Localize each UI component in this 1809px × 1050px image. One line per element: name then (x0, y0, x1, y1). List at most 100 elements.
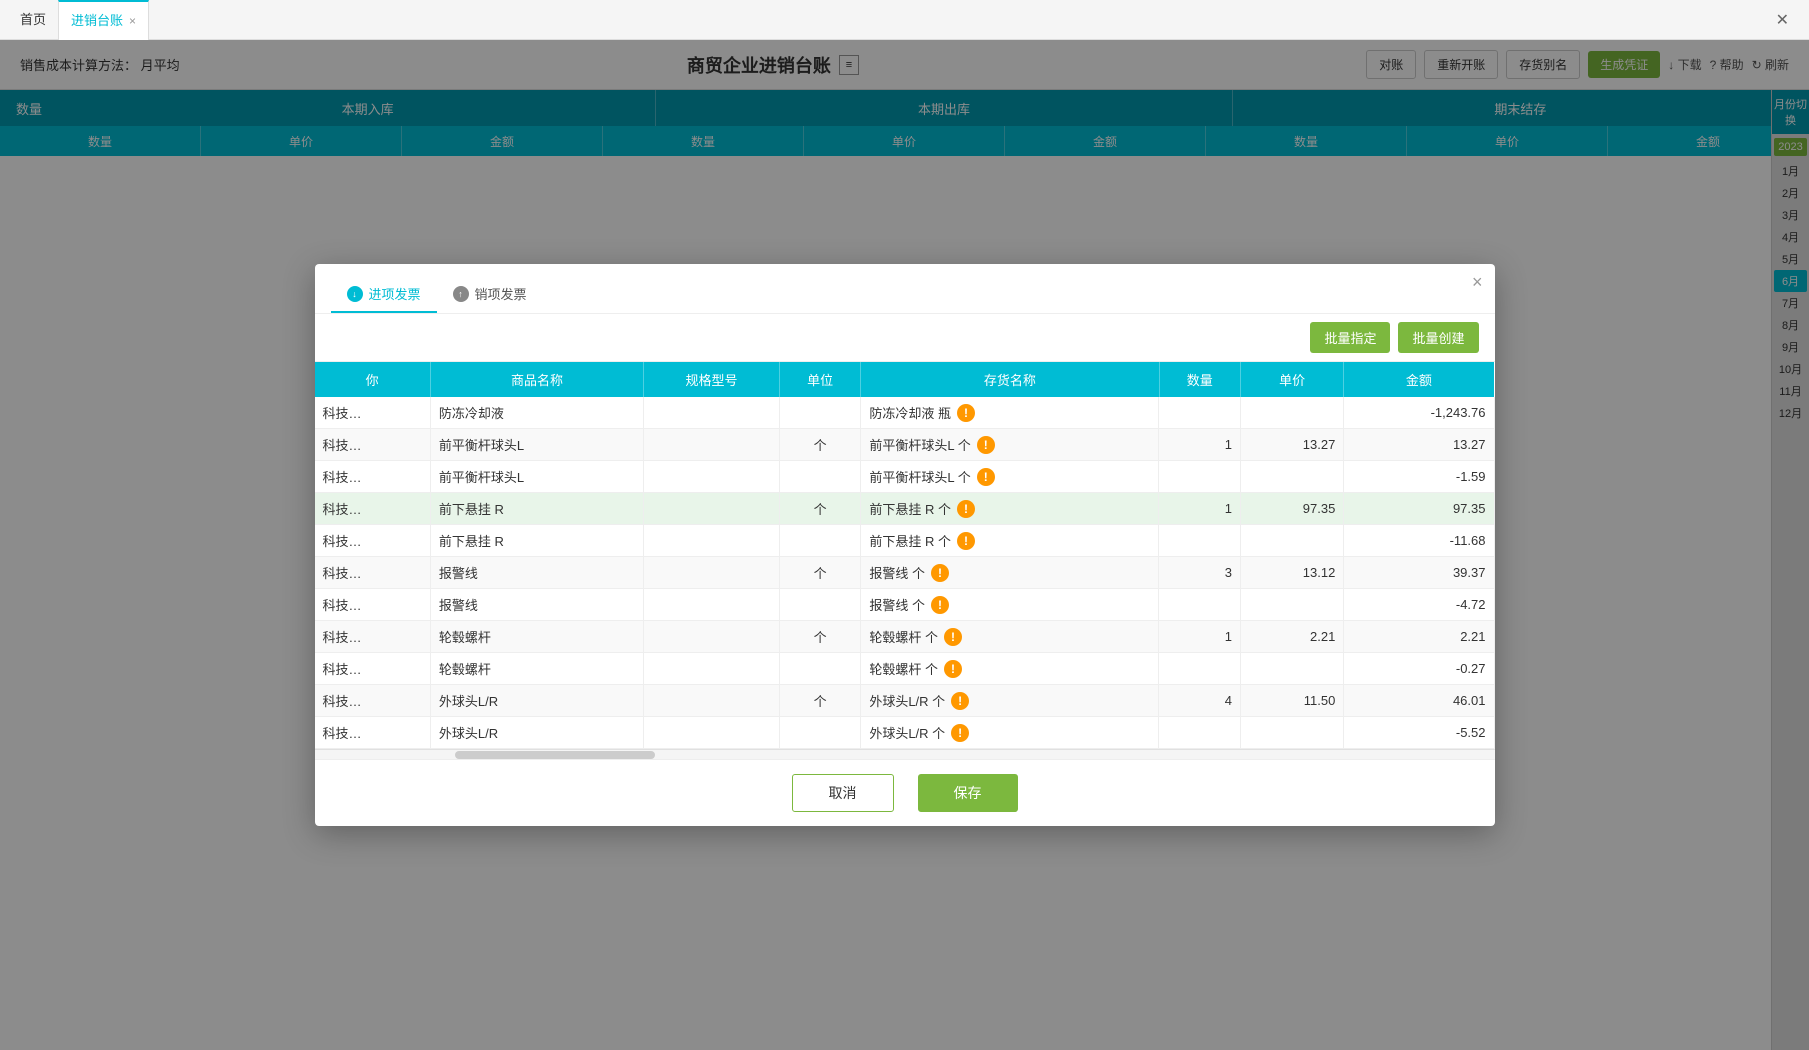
cell-spec (644, 493, 780, 525)
dialog-table-wrap[interactable]: 你 商品名称 规格型号 单位 存货名称 数量 单价 金额 科技…防冻冷却液防冻冷… (315, 361, 1495, 759)
main-content: 销售成本计算方法： 月平均 商贸企业进销台账 ≡ 对账 重新开账 存货别名 生成… (0, 40, 1809, 1050)
cell-spec (644, 557, 780, 589)
warn-icon[interactable]: ! (944, 660, 962, 678)
cell-unit: 个 (779, 557, 860, 589)
cell-amount: 39.37 (1344, 557, 1494, 589)
table-row: 科技…轮毂螺杆个轮毂螺杆 个!12.212.21 (315, 621, 1495, 653)
warn-icon[interactable]: ! (957, 500, 975, 518)
cell-price (1240, 397, 1343, 429)
warn-icon[interactable]: ! (931, 564, 949, 582)
dialog-table: 你 商品名称 规格型号 单位 存货名称 数量 单价 金额 科技…防冻冷却液防冻冷… (315, 362, 1495, 749)
cell-product-name: 防冻冷却液 (430, 397, 643, 429)
cell-inventory-name: 前下悬挂 R 个! (861, 525, 1159, 556)
cell-product-name: 前平衡杆球头L (430, 461, 643, 493)
cell-qty: 4 (1159, 685, 1240, 717)
dialog-header: ↓ 进项发票 ↑ 销项发票 × (315, 264, 1495, 314)
modal-overlay: ↓ 进项发票 ↑ 销项发票 × 批量指定 批量创建 你 (0, 40, 1809, 1050)
warn-icon[interactable]: ! (977, 436, 995, 454)
cell-qty: 1 (1159, 429, 1240, 461)
cell-unit (779, 461, 860, 493)
cell-qty: 1 (1159, 493, 1240, 525)
cell-amount: -1,243.76 (1344, 397, 1494, 429)
cell-spec (644, 717, 780, 749)
cell-inventory-name: 外球头L/R 个! (861, 717, 1159, 748)
cell-qty (1159, 717, 1240, 749)
cell-amount: 46.01 (1344, 685, 1494, 717)
warn-icon[interactable]: ! (957, 404, 975, 422)
cell-spec (644, 429, 780, 461)
tab-close-icon[interactable]: × (129, 2, 136, 40)
cell-supplier: 科技… (315, 685, 431, 717)
cell-price: 97.35 (1240, 493, 1343, 525)
table-row: 科技…报警线报警线 个!-4.72 (315, 589, 1495, 621)
table-row: 科技…外球头L/R 外球头L/R 个! -5.52 (315, 717, 1495, 749)
cell-inventory-name: 轮毂螺杆 个! (861, 621, 1159, 652)
cell-price (1240, 653, 1343, 685)
save-button[interactable]: 保存 (918, 774, 1018, 812)
tab-incoming-invoice[interactable]: ↓ 进项发票 (331, 276, 437, 313)
cell-spec (644, 653, 780, 685)
cell-supplier: 科技… (315, 621, 431, 653)
cell-unit (779, 525, 860, 557)
cell-inventory-name: 报警线 个! (861, 557, 1159, 588)
cell-qty (1159, 397, 1240, 429)
cell-product-name: 外球头L/R (430, 717, 643, 749)
cell-supplier: 科技… (315, 525, 431, 557)
cell-qty (1159, 461, 1240, 493)
warn-icon[interactable]: ! (951, 692, 969, 710)
cell-spec (644, 621, 780, 653)
cell-inventory-name: 报警线 个! (861, 589, 1159, 620)
cell-amount: -5.52 (1344, 717, 1494, 749)
cell-supplier: 科技… (315, 429, 431, 461)
cell-supplier: 科技… (315, 653, 431, 685)
table-row: 科技…前下悬挂 R前下悬挂 R 个!-11.68 (315, 525, 1495, 557)
batch-assign-button[interactable]: 批量指定 (1310, 322, 1390, 353)
table-row: 科技…前下悬挂 R个前下悬挂 R 个!197.3597.35 (315, 493, 1495, 525)
cancel-button[interactable]: 取消 (792, 774, 894, 812)
warn-icon[interactable]: ! (957, 532, 975, 550)
cell-inventory-name: 防冻冷却液 瓶! (861, 397, 1159, 428)
cell-inventory-name: 轮毂螺杆 个! (861, 653, 1159, 684)
scrollbar-thumb[interactable] (455, 751, 655, 759)
tab-active[interactable]: 进销台账 × (58, 0, 149, 40)
cell-spec (644, 589, 780, 621)
tab-incoming-label: 进项发票 (369, 284, 421, 303)
incoming-invoice-icon: ↓ (347, 286, 363, 302)
dialog-footer: 取消 保存 (315, 759, 1495, 826)
cell-product-name: 报警线 (430, 589, 643, 621)
dialog-close-button[interactable]: × (1472, 272, 1483, 293)
tab-outgoing-invoice[interactable]: ↑ 销项发票 (437, 276, 543, 313)
warn-icon[interactable]: ! (951, 724, 969, 742)
warn-icon[interactable]: ! (944, 628, 962, 646)
cell-unit: 个 (779, 493, 860, 525)
cell-product-name: 轮毂螺杆 (430, 621, 643, 653)
cell-amount: -1.59 (1344, 461, 1494, 493)
cell-supplier: 科技… (315, 589, 431, 621)
outgoing-invoice-icon: ↑ (453, 286, 469, 302)
cell-product-name: 报警线 (430, 557, 643, 589)
cell-supplier: 科技… (315, 717, 431, 749)
warn-icon[interactable]: ! (977, 468, 995, 486)
cell-unit: 个 (779, 685, 860, 717)
cell-spec (644, 525, 780, 557)
cell-unit (779, 397, 860, 429)
col-header-inventory-name: 存货名称 (861, 362, 1159, 397)
cell-unit (779, 653, 860, 685)
cell-supplier: 科技… (315, 461, 431, 493)
tab-home[interactable]: 首页 (8, 0, 58, 40)
horizontal-scrollbar[interactable] (315, 749, 1495, 759)
cell-price: 2.21 (1240, 621, 1343, 653)
warn-icon[interactable]: ! (931, 596, 949, 614)
cell-price (1240, 717, 1343, 749)
cell-supplier: 科技… (315, 493, 431, 525)
cell-qty (1159, 525, 1240, 557)
col-header-unit: 单位 (779, 362, 860, 397)
window-close-button[interactable]: ✕ (1764, 10, 1801, 30)
table-row: 科技…防冻冷却液防冻冷却液 瓶!-1,243.76 (315, 397, 1495, 429)
cell-product-name: 前下悬挂 R (430, 525, 643, 557)
batch-create-button[interactable]: 批量创建 (1398, 322, 1478, 353)
cell-unit (779, 589, 860, 621)
cell-spec (644, 461, 780, 493)
col-header-supplier: 你 (315, 362, 431, 397)
dialog-table-body: 科技…防冻冷却液防冻冷却液 瓶!-1,243.76科技…前平衡杆球头L个前平衡杆… (315, 397, 1495, 749)
